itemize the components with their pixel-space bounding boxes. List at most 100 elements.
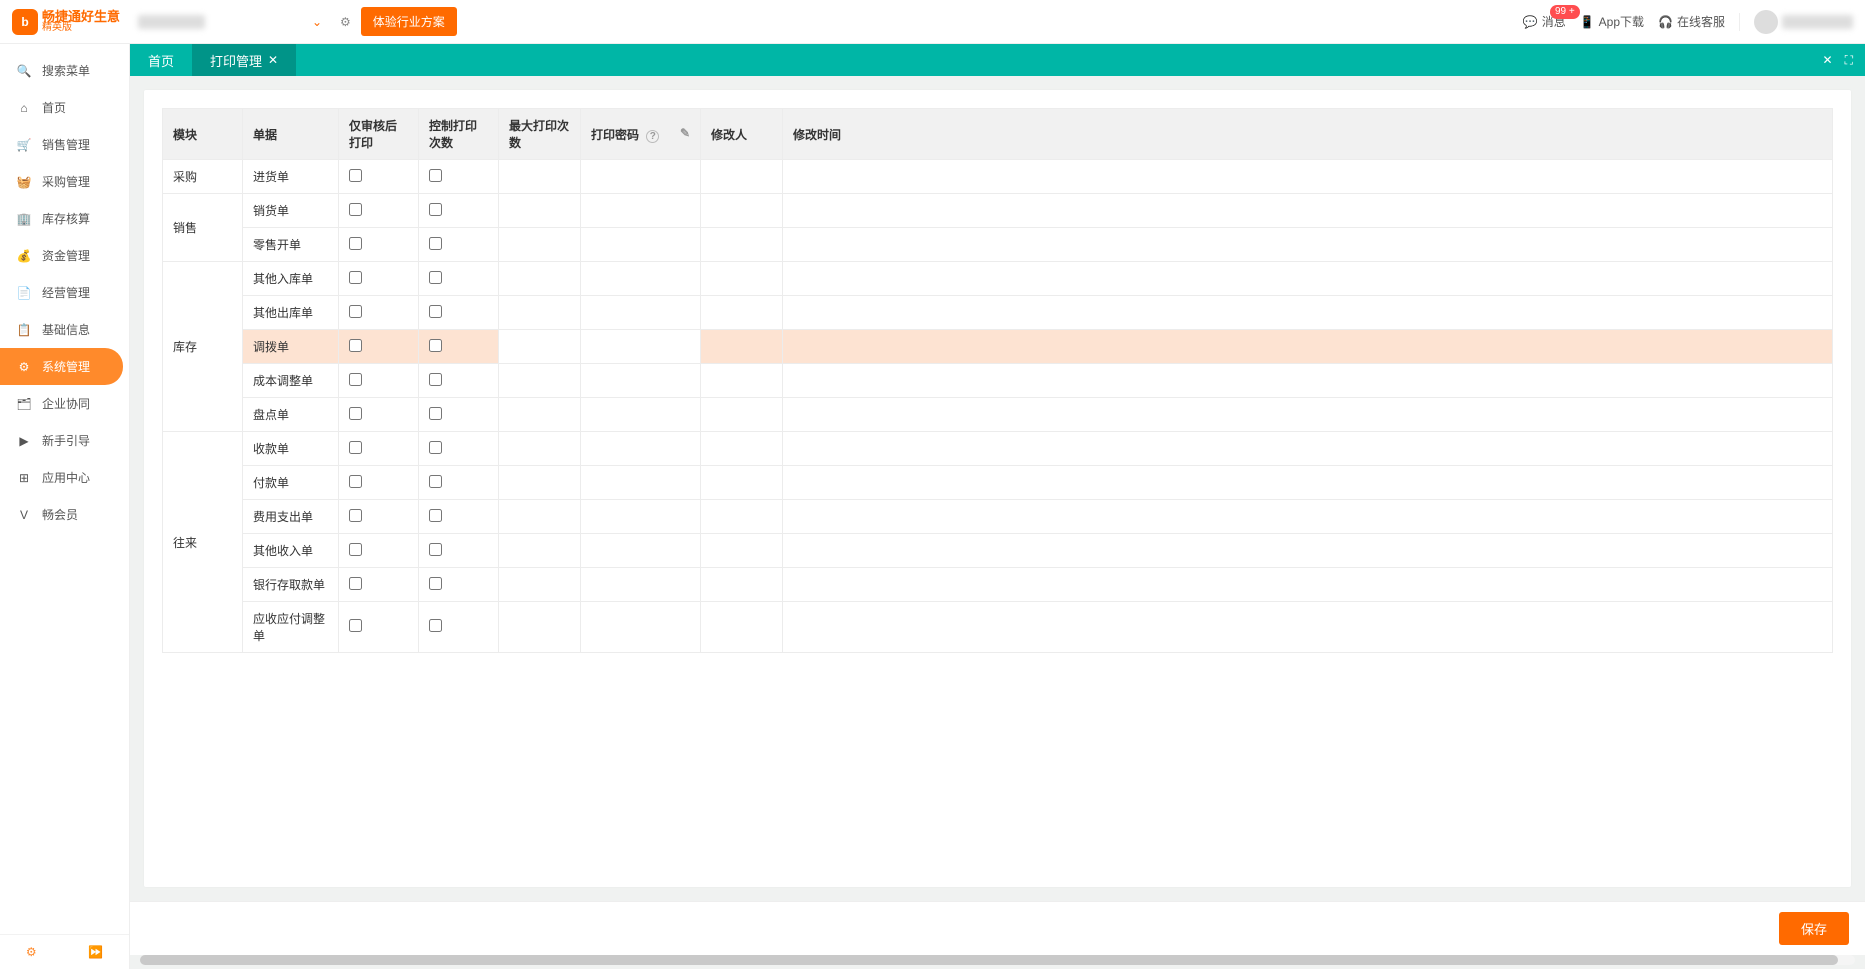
cell-max-count (499, 296, 581, 330)
message-link[interactable]: 💬 消息 99 + (1523, 13, 1566, 30)
audit-only-checkbox[interactable] (349, 619, 362, 632)
sidebar-item-label: 畅会员 (42, 506, 78, 523)
cell-doc: 其他收入单 (243, 534, 339, 568)
sidebar-item-system[interactable]: ⚙系统管理 (0, 348, 123, 385)
sidebar-item-funds[interactable]: 💰资金管理 (0, 237, 129, 274)
table-row[interactable]: 其他出库单 (163, 296, 1833, 330)
control-count-checkbox[interactable] (429, 441, 442, 454)
control-count-checkbox[interactable] (429, 619, 442, 632)
sidebar-item-app-center[interactable]: ⊞应用中心 (0, 459, 129, 496)
audit-only-checkbox[interactable] (349, 577, 362, 590)
sidebar-item-enterprise[interactable]: 🗂企业协同 (0, 385, 129, 422)
help-icon[interactable]: ? (646, 130, 659, 143)
table-row[interactable]: 付款单 (163, 466, 1833, 500)
control-count-checkbox[interactable] (429, 543, 442, 556)
cell-doc: 费用支出单 (243, 500, 339, 534)
tab-close-all-icon[interactable]: ✕ (1823, 53, 1833, 67)
online-service-link[interactable]: 🎧 在线客服 (1658, 13, 1725, 30)
sidebar-item-guide[interactable]: ▶新手引导 (0, 422, 129, 459)
audit-only-checkbox[interactable] (349, 203, 362, 216)
sidebar-item-home[interactable]: ⌂首页 (0, 89, 129, 126)
cell-max-count (499, 500, 581, 534)
cell-modify-time (783, 534, 1833, 568)
cell-module: 库存 (163, 262, 243, 432)
control-count-checkbox[interactable] (429, 339, 442, 352)
cell-audit-only (339, 364, 419, 398)
audit-only-checkbox[interactable] (349, 339, 362, 352)
cell-audit-only (339, 228, 419, 262)
message-icon: 💬 (1523, 15, 1538, 29)
audit-only-checkbox[interactable] (349, 509, 362, 522)
sidebar-item-label: 销售管理 (42, 136, 90, 153)
table-row[interactable]: 零售开单 (163, 228, 1833, 262)
cell-max-count[interactable] (499, 330, 581, 364)
audit-only-checkbox[interactable] (349, 237, 362, 250)
cell-max-count (499, 466, 581, 500)
control-count-checkbox[interactable] (429, 169, 442, 182)
audit-only-checkbox[interactable] (349, 407, 362, 420)
th-modify-time: 修改时间 (783, 109, 1833, 160)
settings-icon[interactable]: ⚙ (26, 945, 37, 959)
control-count-checkbox[interactable] (429, 203, 442, 216)
audit-only-checkbox[interactable] (349, 271, 362, 284)
user-menu[interactable]: ██████ (1754, 10, 1853, 34)
control-count-checkbox[interactable] (429, 373, 442, 386)
control-count-checkbox[interactable] (429, 237, 442, 250)
sidebar-item-sales[interactable]: 🛒销售管理 (0, 126, 129, 163)
table-row[interactable]: 成本调整单 (163, 364, 1833, 398)
table-row[interactable]: 库存其他入库单 (163, 262, 1833, 296)
cell-max-count (499, 364, 581, 398)
audit-only-checkbox[interactable] (349, 543, 362, 556)
audit-only-checkbox[interactable] (349, 475, 362, 488)
control-count-checkbox[interactable] (429, 271, 442, 284)
audit-only-checkbox[interactable] (349, 305, 362, 318)
company-selector[interactable]: ██████ ⌄ (130, 7, 330, 37)
table-row[interactable]: 其他收入单 (163, 534, 1833, 568)
sidebar-item-basic[interactable]: 📋基础信息 (0, 311, 129, 348)
scrollbar-thumb[interactable] (140, 955, 1838, 965)
collapse-icon[interactable]: ⏩ (88, 945, 103, 959)
table-row[interactable]: 采购进货单 (163, 160, 1833, 194)
sidebar-item-search-menu[interactable]: 🔍搜索菜单 (0, 52, 129, 89)
th-control-count: 控制打印次数 (419, 109, 499, 160)
table-row[interactable]: 调拨单 (163, 330, 1833, 364)
divider (1739, 13, 1740, 31)
control-count-checkbox[interactable] (429, 407, 442, 420)
trial-button[interactable]: 体验行业方案 (361, 7, 457, 36)
save-button[interactable]: 保存 (1779, 912, 1849, 945)
sidebar-item-inventory[interactable]: 🏢库存核算 (0, 200, 129, 237)
cell-max-count (499, 568, 581, 602)
cell-control-count (419, 194, 499, 228)
table-row[interactable]: 银行存取款单 (163, 568, 1833, 602)
edit-icon[interactable]: ✎ (680, 126, 690, 140)
close-icon[interactable]: ✕ (268, 53, 278, 67)
cell-password[interactable] (581, 330, 701, 364)
audit-only-checkbox[interactable] (349, 169, 362, 182)
inventory-icon: 🏢 (16, 212, 32, 226)
gear-icon[interactable]: ⚙ (340, 15, 351, 29)
cell-max-count (499, 262, 581, 296)
audit-only-checkbox[interactable] (349, 373, 362, 386)
table-row[interactable]: 费用支出单 (163, 500, 1833, 534)
tab-print-mgmt[interactable]: 打印管理 ✕ (192, 44, 296, 76)
sidebar-item-member[interactable]: V畅会员 (0, 496, 129, 533)
tab-home[interactable]: 首页 (130, 44, 192, 76)
audit-only-checkbox[interactable] (349, 441, 362, 454)
horizontal-scrollbar[interactable] (140, 955, 1855, 965)
fullscreen-icon[interactable]: ⛶ (1845, 53, 1853, 68)
sidebar-item-operation[interactable]: 📄经营管理 (0, 274, 129, 311)
cell-modifier (701, 534, 783, 568)
table-row[interactable]: 应收应付调整单 (163, 602, 1833, 653)
th-module: 模块 (163, 109, 243, 160)
control-count-checkbox[interactable] (429, 475, 442, 488)
table-row[interactable]: 销售销货单 (163, 194, 1833, 228)
logo[interactable]: b 畅捷通好生意 精英版 (12, 9, 130, 35)
control-count-checkbox[interactable] (429, 305, 442, 318)
table-row[interactable]: 盘点单 (163, 398, 1833, 432)
control-count-checkbox[interactable] (429, 509, 442, 522)
control-count-checkbox[interactable] (429, 577, 442, 590)
table-row[interactable]: 往来收款单 (163, 432, 1833, 466)
app-download-link[interactable]: 📱 App下载 (1580, 13, 1644, 30)
sidebar-item-purchase[interactable]: 🧺采购管理 (0, 163, 129, 200)
operation-icon: 📄 (16, 286, 32, 300)
